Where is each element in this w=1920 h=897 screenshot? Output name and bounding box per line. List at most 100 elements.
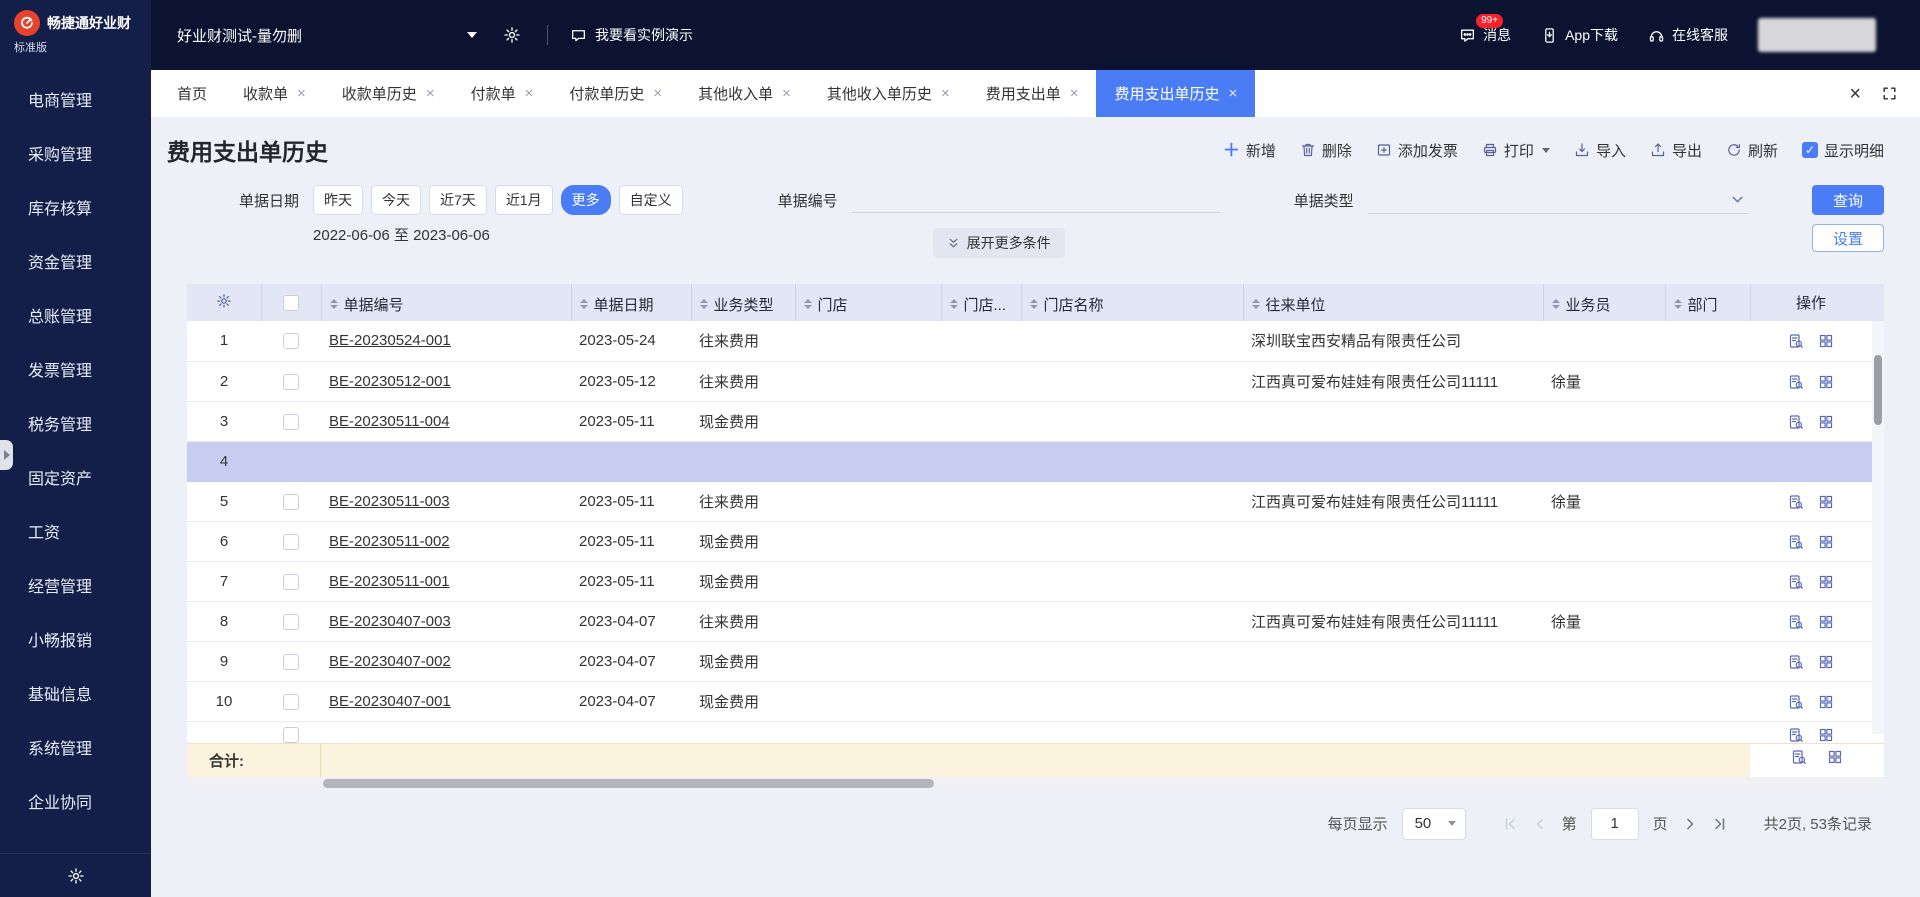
row-checkbox[interactable]: [283, 726, 299, 743]
sidebar-item-资金管理[interactable]: 资金管理: [0, 234, 151, 288]
last-page-button[interactable]: [1712, 816, 1728, 832]
sidebar-item-发票管理[interactable]: 发票管理: [0, 342, 151, 396]
sort-icon[interactable]: [949, 299, 958, 310]
doc-no-link[interactable]: BE-20230511-003: [329, 493, 450, 510]
row-related-icon[interactable]: [1818, 574, 1834, 590]
sidebar-collapse-handle[interactable]: [0, 440, 13, 470]
date-quick-chip[interactable]: 昨天: [313, 185, 364, 215]
delete-button[interactable]: 删除: [1300, 140, 1352, 161]
import-button[interactable]: 导入: [1574, 140, 1626, 161]
expand-more-button[interactable]: 展开更多条件: [932, 228, 1065, 258]
sidebar-item-库存核算[interactable]: 库存核算: [0, 180, 151, 234]
doc-no-link[interactable]: BE-20230511-001: [329, 573, 450, 590]
account-switcher[interactable]: 好业财测试-量勿删: [177, 25, 477, 46]
row-checkbox[interactable]: [283, 533, 299, 550]
date-quick-chip[interactable]: 近1月: [494, 185, 553, 215]
table-row[interactable]: 9 BE-20230407-002 2023-04-07 现金费用: [187, 641, 1872, 682]
doc-no-link[interactable]: BE-20230407-001: [329, 693, 451, 710]
horizontal-scrollbar[interactable]: [187, 776, 1884, 790]
messages-button[interactable]: 99+ 消息: [1459, 14, 1511, 45]
row-checkbox[interactable]: [283, 613, 299, 630]
row-preview-icon[interactable]: [1791, 749, 1807, 765]
sidebar-item-工资[interactable]: 工资: [0, 504, 151, 558]
sort-icon[interactable]: [579, 299, 588, 310]
row-preview-icon[interactable]: [1788, 534, 1804, 550]
vertical-scrollbar[interactable]: [1872, 321, 1884, 734]
prev-page-button[interactable]: [1532, 816, 1548, 832]
tab-close-icon[interactable]: ×: [782, 85, 791, 102]
next-page-button[interactable]: [1682, 816, 1698, 832]
sort-icon[interactable]: [803, 299, 812, 310]
sort-icon[interactable]: [329, 299, 338, 310]
row-checkbox[interactable]: [283, 373, 299, 390]
date-quick-chip[interactable]: 近7天: [429, 185, 487, 215]
tab-close-icon[interactable]: ×: [1070, 85, 1079, 102]
app-download-button[interactable]: App下载: [1541, 25, 1618, 45]
row-related-icon[interactable]: [1818, 614, 1834, 630]
row-related-icon[interactable]: [1818, 534, 1834, 550]
doc-no-link[interactable]: BE-20230511-002: [329, 533, 450, 550]
row-checkbox[interactable]: [283, 573, 299, 590]
tab-close-icon[interactable]: ×: [941, 85, 950, 102]
doc-no-input[interactable]: [851, 185, 1220, 213]
sidebar-item-企业协同[interactable]: 企业协同: [0, 774, 151, 828]
tab[interactable]: 首页: [159, 70, 225, 117]
column-header-biz_type[interactable]: 业务类型: [691, 284, 796, 321]
tab[interactable]: 费用支出单历史 ×: [1096, 70, 1256, 117]
sort-icon[interactable]: [699, 299, 708, 310]
column-header-doc_no[interactable]: 单据编号: [321, 284, 572, 321]
row-preview-icon[interactable]: [1788, 333, 1804, 349]
row-preview-icon[interactable]: [1788, 727, 1804, 743]
row-checkbox[interactable]: [283, 693, 299, 710]
tab[interactable]: 费用支出单 ×: [968, 70, 1097, 117]
support-button[interactable]: 在线客服: [1648, 25, 1728, 45]
add-invoice-button[interactable]: 添加发票: [1376, 140, 1458, 161]
search-button[interactable]: 查询: [1812, 185, 1884, 215]
row-checkbox[interactable]: [283, 333, 299, 350]
table-row[interactable]: 5 BE-20230511-003 2023-05-11 往来费用 江西真可爱布…: [187, 481, 1872, 522]
sidebar-settings-gear-icon[interactable]: [67, 867, 85, 885]
sort-icon[interactable]: [1029, 299, 1038, 310]
table-row[interactable]: 8 BE-20230407-003 2023-04-07 往来费用 江西真可爱布…: [187, 601, 1872, 642]
row-related-icon[interactable]: [1818, 374, 1834, 390]
row-preview-icon[interactable]: [1788, 414, 1804, 430]
table-row[interactable]: 3 BE-20230511-004 2023-05-11 现金费用: [187, 401, 1872, 442]
column-settings-gear-icon[interactable]: [216, 293, 232, 309]
horizontal-scrollbar-thumb[interactable]: [322, 778, 934, 788]
column-header-date[interactable]: 单据日期: [571, 284, 692, 321]
sort-icon[interactable]: [1551, 299, 1560, 310]
doc-type-select[interactable]: [1367, 185, 1748, 214]
sidebar-item-总账管理[interactable]: 总账管理: [0, 288, 151, 342]
row-related-icon[interactable]: [1818, 414, 1834, 430]
table-row[interactable]: 2 BE-20230512-001 2023-05-12 往来费用 江西真可爱布…: [187, 361, 1872, 402]
date-chip-custom[interactable]: 自定义: [618, 185, 683, 215]
row-related-icon[interactable]: [1818, 654, 1834, 670]
tab[interactable]: 付款单 ×: [453, 70, 552, 117]
doc-no-link[interactable]: BE-20230407-003: [329, 613, 451, 630]
row-related-icon[interactable]: [1818, 333, 1834, 349]
row-checkbox[interactable]: [283, 493, 299, 510]
tab-close-icon[interactable]: ×: [1229, 85, 1238, 102]
first-page-button[interactable]: [1502, 816, 1518, 832]
tab[interactable]: 收款单 ×: [225, 70, 324, 117]
date-chip-more[interactable]: 更多: [560, 185, 611, 215]
close-all-tabs-icon[interactable]: ×: [1849, 84, 1861, 104]
row-checkbox[interactable]: [283, 413, 299, 430]
row-preview-icon[interactable]: [1788, 614, 1804, 630]
row-related-icon[interactable]: [1827, 749, 1843, 765]
row-preview-icon[interactable]: [1788, 374, 1804, 390]
table-row[interactable]: 4: [187, 441, 1872, 482]
doc-no-link[interactable]: BE-20230511-004: [329, 413, 450, 430]
sidebar-item-基础信息[interactable]: 基础信息: [0, 666, 151, 720]
column-header-salesman[interactable]: 业务员: [1543, 284, 1666, 321]
column-header-store[interactable]: 门店: [795, 284, 942, 321]
tab[interactable]: 付款单历史 ×: [551, 70, 680, 117]
top-settings-gear-icon[interactable]: [503, 26, 521, 44]
page-size-select[interactable]: 50: [1401, 807, 1466, 840]
settings-button[interactable]: 设置: [1812, 224, 1884, 252]
vertical-scrollbar-thumb[interactable]: [1874, 355, 1882, 425]
demo-link[interactable]: 我要看实例演示: [570, 25, 693, 45]
sidebar-item-系统管理[interactable]: 系统管理: [0, 720, 151, 774]
refresh-button[interactable]: 刷新: [1726, 140, 1778, 161]
tab-close-icon[interactable]: ×: [297, 85, 306, 102]
